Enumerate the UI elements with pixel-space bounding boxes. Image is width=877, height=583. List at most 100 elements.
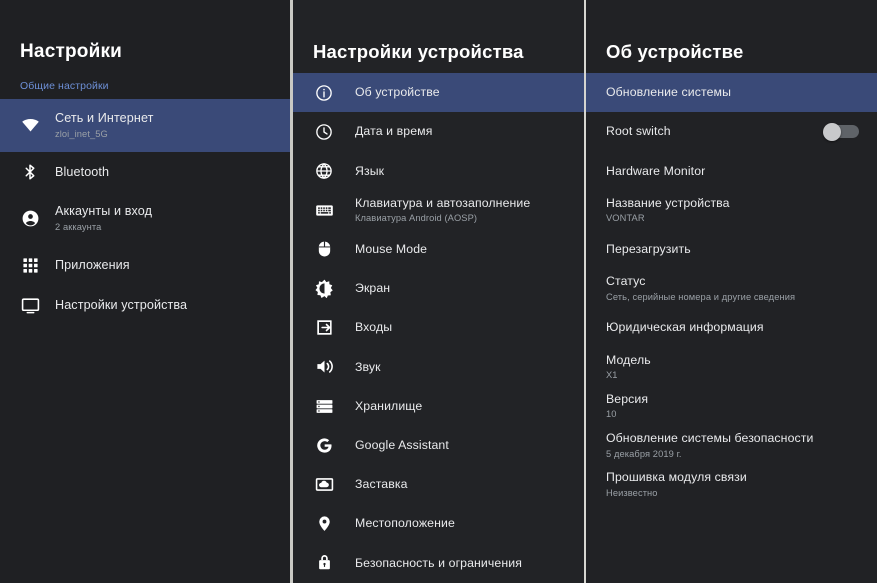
device-settings-item[interactable]: Клавиатура и автозаполнениеКлавиатура An…	[293, 191, 584, 230]
row-label: Клавиатура и автозаполнение	[355, 195, 530, 212]
row-label: Заставка	[355, 476, 408, 493]
about-device-item[interactable]: Hardware Monitor	[586, 151, 877, 190]
about-device-item[interactable]: Версия10	[586, 387, 877, 426]
sidebar-item[interactable]: Аккаунты и вход2 аккаунта	[0, 192, 290, 245]
apps-grid-icon	[10, 248, 50, 282]
device-settings-item[interactable]: Хранилище	[293, 387, 584, 426]
row-text: Местоположение	[341, 515, 455, 532]
device-settings-item[interactable]: Дата и время	[293, 112, 584, 151]
row-label: Приложения	[55, 257, 130, 274]
device-settings-item[interactable]: Экран	[293, 269, 584, 308]
about-device-item[interactable]: Название устройстваVONTAR	[586, 191, 877, 230]
row-sublabel: Неизвестно	[606, 486, 747, 500]
about-device-item[interactable]: Обновление системы безопасности5 декабря…	[586, 426, 877, 465]
row-sublabel: X1	[606, 368, 651, 382]
device-settings-item[interactable]: Входы	[293, 308, 584, 347]
sidebar-item[interactable]: Приложения	[0, 245, 290, 285]
row-label: Перезагрузить	[606, 241, 691, 258]
row-label: Модель	[606, 352, 651, 369]
row-label: Звук	[355, 359, 381, 376]
row-text: Название устройстваVONTAR	[606, 195, 730, 226]
about-device-item[interactable]: СтатусСеть, серийные номера и другие све…	[586, 269, 877, 308]
row-label: Местоположение	[355, 515, 455, 532]
row-text: Root switch	[606, 123, 671, 140]
globe-icon	[307, 154, 341, 188]
row-text: Клавиатура и автозаполнениеКлавиатура An…	[341, 195, 530, 226]
row-label: Обновление системы безопасности	[606, 430, 813, 447]
row-label: Mouse Mode	[355, 241, 427, 258]
row-text: Хранилище	[341, 398, 422, 415]
device-settings-item[interactable]: Звук	[293, 347, 584, 386]
device-settings-list: Об устройстве Дата и время Язык Клавиатура …	[293, 73, 584, 582]
row-label: Экран	[355, 280, 390, 297]
clock-icon	[307, 115, 341, 149]
about-device-item[interactable]: Перезагрузить	[586, 230, 877, 269]
row-text: Входы	[341, 319, 392, 336]
settings-panel-right: Об устройстве Обновление системы Root swi…	[586, 0, 877, 583]
account-circle-icon	[10, 202, 50, 236]
storage-icon	[307, 389, 341, 423]
sidebar-item[interactable]: Bluetooth	[0, 152, 290, 192]
about-device-item[interactable]: Обновление системы	[586, 73, 877, 112]
device-settings-item[interactable]: Об устройстве	[293, 73, 584, 112]
row-text: СтатусСеть, серийные номера и другие све…	[606, 273, 795, 304]
row-text: Приложения	[50, 257, 130, 274]
row-text: Mouse Mode	[341, 241, 427, 258]
about-device-item[interactable]: Root switch	[586, 112, 877, 151]
row-label: Root switch	[606, 123, 671, 140]
row-label: Хранилище	[355, 398, 422, 415]
row-text: Язык	[341, 163, 384, 180]
mouse-icon	[307, 232, 341, 266]
row-text: Hardware Monitor	[606, 163, 705, 180]
left-panel-header: Настройки	[0, 0, 290, 73]
row-text: Звук	[341, 359, 381, 376]
toggle-thumb	[823, 123, 841, 141]
device-settings-item[interactable]: Безопасность и ограничения	[293, 543, 584, 582]
row-sublabel: 2 аккаунта	[55, 220, 152, 234]
row-label: Входы	[355, 319, 392, 336]
brightness-icon	[307, 272, 341, 306]
device-settings-item[interactable]: Местоположение	[293, 504, 584, 543]
row-label: Обновление системы	[606, 84, 731, 101]
about-device-item[interactable]: Прошивка модуля связиНеизвестно	[586, 465, 877, 504]
screensaver-icon	[307, 467, 341, 501]
device-settings-item[interactable]: Язык	[293, 151, 584, 190]
device-settings-item[interactable]: Google Assistant	[293, 426, 584, 465]
row-text: Заставка	[341, 476, 408, 493]
location-pin-icon	[307, 507, 341, 541]
google-g-icon	[307, 428, 341, 462]
sidebar-item[interactable]: Настройки устройства	[0, 285, 290, 325]
left-settings-list: Сеть и Интернетzloi_inet_5G Bluetooth Акка…	[0, 99, 290, 325]
row-text: Дата и время	[341, 123, 432, 140]
keyboard-icon	[307, 193, 341, 227]
wifi-icon	[10, 109, 50, 143]
mid-panel-header: Настройки устройства	[293, 0, 584, 73]
android-tv-settings-screen: Настройки Общие настройки Сеть и Интерне…	[0, 0, 877, 583]
row-text: Перезагрузить	[606, 241, 691, 258]
row-label: Безопасность и ограничения	[355, 555, 522, 572]
row-sublabel: Клавиатура Android (AOSP)	[355, 211, 530, 225]
row-text: Безопасность и ограничения	[341, 555, 522, 572]
about-device-list: Обновление системы Root switch Hardware Mo…	[586, 73, 877, 504]
row-label: Статус	[606, 273, 795, 290]
row-text: Сеть и Интернетzloi_inet_5G	[50, 110, 154, 141]
row-text: Аккаунты и вход2 аккаунта	[50, 203, 152, 234]
row-sublabel: 10	[606, 407, 648, 421]
right-panel-title: Об устройстве	[606, 43, 743, 62]
device-settings-item[interactable]: Mouse Mode	[293, 230, 584, 269]
device-settings-item[interactable]: Заставка	[293, 465, 584, 504]
row-label: Юридическая информация	[606, 319, 764, 336]
row-label: Bluetooth	[55, 164, 109, 181]
row-sublabel: VONTAR	[606, 211, 730, 225]
sidebar-item[interactable]: Сеть и Интернетzloi_inet_5G	[0, 99, 290, 152]
row-sublabel: Сеть, серийные номера и другие сведения	[606, 290, 795, 304]
about-device-item[interactable]: Юридическая информация	[586, 308, 877, 347]
right-panel-header: Об устройстве	[586, 0, 877, 73]
input-icon	[307, 311, 341, 345]
row-label: Google Assistant	[355, 437, 449, 454]
root-switch-toggle[interactable]	[823, 125, 859, 139]
about-device-item[interactable]: МодельX1	[586, 347, 877, 386]
row-text: Версия10	[606, 391, 648, 422]
row-text: Bluetooth	[50, 164, 109, 181]
lock-icon	[307, 546, 341, 580]
